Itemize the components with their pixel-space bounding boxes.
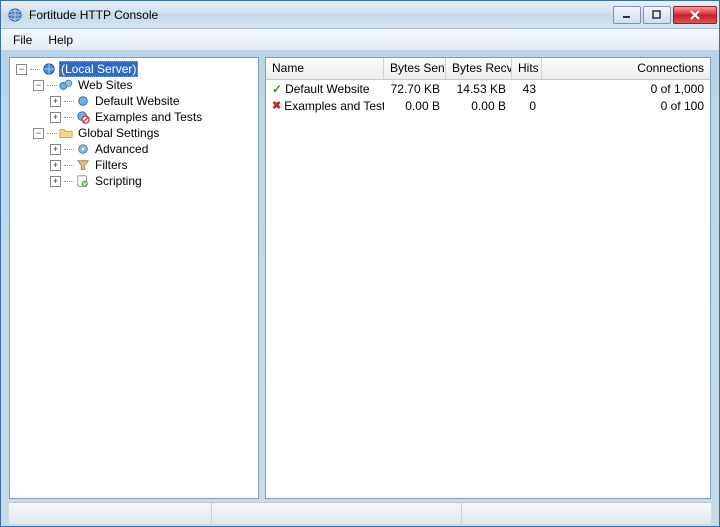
site-icon (75, 93, 91, 109)
tree-node-filters[interactable]: + Filters (12, 157, 256, 173)
tree-label: Filters (93, 158, 130, 172)
menubar: File Help (1, 29, 719, 51)
list-pane[interactable]: Name Bytes Sent Bytes Recv Hits Connecti… (265, 57, 711, 499)
status-cell (212, 503, 462, 524)
tree: − (Local Server) − W (12, 61, 256, 189)
col-header-connections[interactable]: Connections (542, 58, 710, 79)
tree-label: Scripting (93, 174, 144, 188)
status-ok-icon: ✓ (272, 82, 282, 96)
col-header-bytes-sent[interactable]: Bytes Sent (384, 58, 446, 79)
menu-help[interactable]: Help (40, 31, 81, 49)
list-header: Name Bytes Sent Bytes Recv Hits Connecti… (266, 58, 710, 80)
row-hits: 0 (512, 99, 542, 113)
row-name: Examples and Tests (284, 99, 384, 113)
expander-icon[interactable]: − (33, 80, 44, 91)
row-hits: 43 (512, 82, 542, 96)
list-row[interactable]: ✓ Default Website 72.70 KB 14.53 KB 43 0… (266, 80, 710, 97)
row-connections: 0 of 1,000 (542, 82, 710, 96)
row-bytes-sent: 0.00 B (384, 99, 446, 113)
maximize-icon (652, 10, 662, 20)
menu-file[interactable]: File (5, 31, 40, 49)
tree-label: Advanced (93, 142, 150, 156)
expander-icon[interactable]: + (50, 144, 61, 155)
tree-node-advanced[interactable]: + Advanced (12, 141, 256, 157)
tree-label: Default Website (93, 94, 182, 108)
tree-node-global-settings[interactable]: − Global Settings (12, 125, 256, 141)
expander-icon[interactable]: + (50, 176, 61, 187)
close-button[interactable] (673, 6, 717, 24)
tree-label: Examples and Tests (93, 110, 204, 124)
list-body: ✓ Default Website 72.70 KB 14.53 KB 43 0… (266, 80, 710, 498)
tree-node-web-sites[interactable]: − Web Sites (12, 77, 256, 93)
col-header-name[interactable]: Name (266, 58, 384, 79)
expander-icon[interactable]: + (50, 160, 61, 171)
list-row[interactable]: ✖ Examples and Tests 0.00 B 0.00 B 0 0 o… (266, 97, 710, 114)
window-title: Fortitude HTTP Console (29, 8, 613, 22)
status-cell (462, 503, 711, 524)
globe-icon (41, 61, 57, 77)
minimize-icon (622, 10, 632, 20)
filter-icon (75, 157, 91, 173)
row-connections: 0 of 100 (542, 99, 710, 113)
row-name: Default Website (285, 82, 370, 96)
panes: − (Local Server) − W (9, 57, 711, 499)
app-icon (7, 7, 23, 23)
sites-icon (58, 77, 74, 93)
status-off-icon: ✖ (272, 99, 281, 112)
statusbar (9, 502, 711, 524)
client-area: − (Local Server) − W (1, 51, 719, 526)
gear-icon (75, 141, 91, 157)
titlebar[interactable]: Fortitude HTTP Console (1, 1, 719, 29)
minimize-button[interactable] (613, 6, 641, 24)
tree-pane[interactable]: − (Local Server) − W (9, 57, 259, 499)
expander-icon[interactable]: − (33, 128, 44, 139)
tree-node-examples[interactable]: + Examples and Tests (12, 109, 256, 125)
row-bytes-recv: 0.00 B (446, 99, 512, 113)
expander-icon[interactable]: + (50, 112, 61, 123)
expander-icon[interactable]: − (16, 64, 27, 75)
row-bytes-sent: 72.70 KB (384, 82, 446, 96)
row-bytes-recv: 14.53 KB (446, 82, 512, 96)
expander-icon[interactable]: + (50, 96, 61, 107)
tree-node-default-website[interactable]: + Default Website (12, 93, 256, 109)
tree-label: (Local Server) (59, 61, 138, 77)
col-header-hits[interactable]: Hits (512, 58, 542, 79)
status-cell (9, 503, 212, 524)
maximize-button[interactable] (643, 6, 671, 24)
tree-node-local-server[interactable]: − (Local Server) (12, 61, 256, 77)
site-disabled-icon (75, 109, 91, 125)
tree-node-scripting[interactable]: + Scripting (12, 173, 256, 189)
col-header-bytes-recv[interactable]: Bytes Recv (446, 58, 512, 79)
close-icon (689, 10, 701, 20)
tree-label: Global Settings (76, 126, 161, 140)
app-window: Fortitude HTTP Console File Help − (0, 0, 720, 527)
tree-label: Web Sites (76, 78, 134, 92)
script-icon (75, 173, 91, 189)
window-controls (613, 6, 717, 24)
folder-icon (58, 125, 74, 141)
